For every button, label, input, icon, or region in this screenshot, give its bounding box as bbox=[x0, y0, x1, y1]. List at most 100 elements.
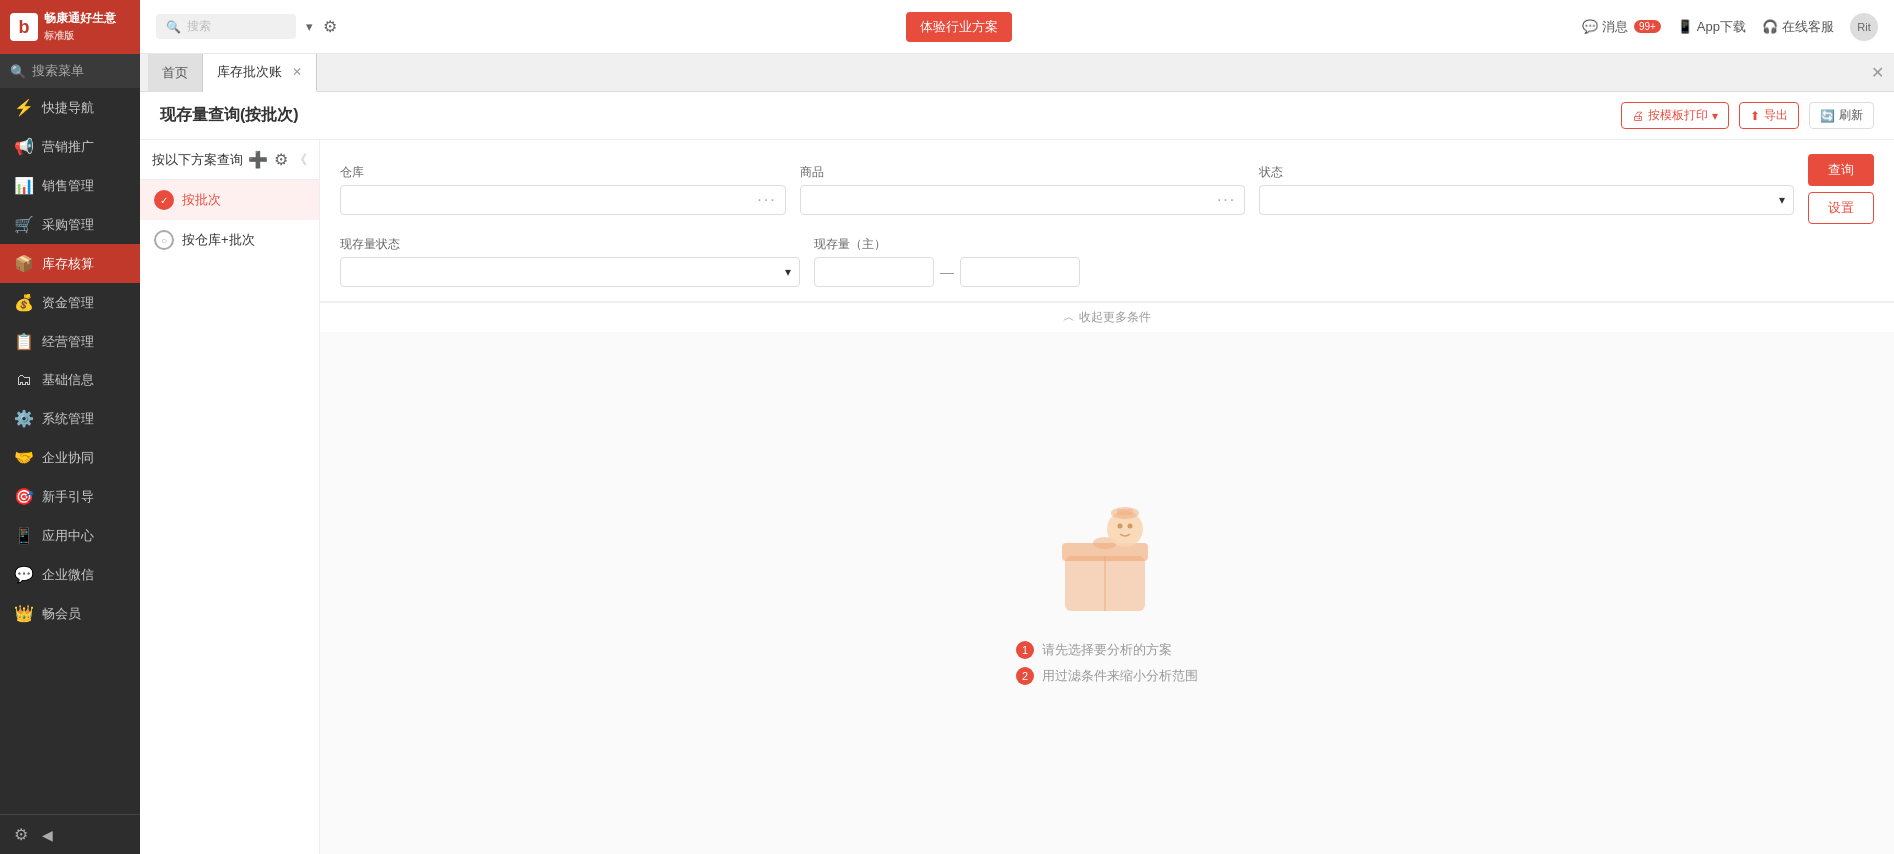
sidebar-item-label: 畅会员 bbox=[42, 605, 81, 623]
inventory-icon: 📦 bbox=[14, 254, 34, 273]
empty-svg bbox=[1047, 501, 1167, 621]
sidebar-item-enterprise[interactable]: 🤝 企业协同 bbox=[0, 438, 140, 477]
sidebar-search-label: 搜索菜单 bbox=[32, 62, 84, 80]
sidebar-item-finance[interactable]: 💰 资金管理 bbox=[0, 283, 140, 322]
search-icon: 🔍 bbox=[10, 64, 26, 79]
plan-item-by-warehouse-batch[interactable]: ○ 按仓库+批次 bbox=[140, 220, 319, 260]
sidebar-item-label: 新手引导 bbox=[42, 488, 94, 506]
topbar-dropdown-arrow[interactable]: ▾ bbox=[306, 19, 313, 34]
printer-icon: 🖨 bbox=[1632, 109, 1644, 123]
chevron-up-icon: ︿ bbox=[1063, 309, 1075, 326]
left-panel-header: 按以下方案查询 ➕ ⚙ 《 bbox=[140, 140, 319, 180]
sidebar-item-label: 基础信息 bbox=[42, 371, 94, 389]
messages-label: 消息 bbox=[1602, 18, 1628, 36]
sidebar-item-member[interactable]: 👑 畅会员 bbox=[0, 594, 140, 633]
inventory-status-select[interactable]: ▾ bbox=[340, 257, 800, 287]
sidebar-collapse-icon[interactable]: ◀ bbox=[42, 827, 53, 843]
quick-nav-icon: ⚡ bbox=[14, 98, 34, 117]
collapse-filters-button[interactable]: ︿ 收起更多条件 bbox=[320, 302, 1894, 332]
refresh-button[interactable]: 🔄 刷新 bbox=[1809, 102, 1874, 129]
sidebar-item-app-center[interactable]: 📱 应用中心 bbox=[0, 516, 140, 555]
inventory-amount-to[interactable] bbox=[960, 257, 1080, 287]
app-download-label: App下载 bbox=[1697, 18, 1746, 36]
tab-area-close-button[interactable]: ✕ bbox=[1861, 63, 1894, 82]
plan-label-by-warehouse-batch: 按仓库+批次 bbox=[182, 231, 255, 249]
sidebar-item-inventory[interactable]: 📦 库存核算 bbox=[0, 244, 140, 283]
topbar-gear-icon[interactable]: ⚙ bbox=[323, 17, 337, 36]
warehouse-label: 仓库 bbox=[340, 164, 786, 181]
export-icon: ⬆ bbox=[1750, 109, 1760, 123]
finance-icon: 💰 bbox=[14, 293, 34, 312]
trial-button[interactable]: 体验行业方案 bbox=[906, 12, 1012, 42]
export-button[interactable]: ⬆ 导出 bbox=[1739, 102, 1799, 129]
messages-item[interactable]: 💬 消息 99+ bbox=[1582, 18, 1661, 36]
empty-hints: 1 请先选择要分析的方案 2 用过滤条件来缩小分析范围 bbox=[1016, 641, 1198, 685]
product-dots[interactable]: ··· bbox=[1217, 191, 1236, 209]
plan-label-by-batch: 按批次 bbox=[182, 191, 221, 209]
sidebar-item-system[interactable]: ⚙️ 系统管理 bbox=[0, 399, 140, 438]
inventory-status-label: 现存量状态 bbox=[340, 236, 800, 253]
sidebar-item-sales[interactable]: 📊 销售管理 bbox=[0, 166, 140, 205]
filter-buttons: 查询 设置 bbox=[1808, 154, 1874, 224]
app-center-icon: 📱 bbox=[14, 526, 34, 545]
enterprise-icon: 🤝 bbox=[14, 448, 34, 467]
wechat-icon: 💬 bbox=[14, 565, 34, 584]
sidebar-item-label: 库存核算 bbox=[42, 255, 94, 273]
empty-illustration bbox=[1047, 501, 1167, 621]
sidebar-item-basic-info[interactable]: 🗂 基础信息 bbox=[0, 361, 140, 399]
inventory-amount-from[interactable] bbox=[814, 257, 934, 287]
filter-product: 商品 ··· bbox=[800, 164, 1246, 215]
template-print-button[interactable]: 🖨 按模板打印 ▾ bbox=[1621, 102, 1729, 129]
sidebar-item-marketing[interactable]: 📢 营销推广 bbox=[0, 127, 140, 166]
sidebar-item-label: 快捷导航 bbox=[42, 99, 94, 117]
search-button[interactable]: 查询 bbox=[1808, 154, 1874, 186]
data-area: 1 请先选择要分析的方案 2 用过滤条件来缩小分析范围 bbox=[320, 332, 1894, 854]
sidebar-header: b 畅康通好生意 标准版 bbox=[0, 0, 140, 54]
headset-icon: 🎧 bbox=[1762, 19, 1778, 34]
settings-plan-button[interactable]: ⚙ bbox=[274, 150, 288, 169]
topbar-search-placeholder: 搜索 bbox=[187, 18, 211, 35]
sidebar-search-bar[interactable]: 🔍 搜索菜单 bbox=[0, 54, 140, 88]
sidebar-item-operations[interactable]: 📋 经营管理 bbox=[0, 322, 140, 361]
sidebar-item-label: 系统管理 bbox=[42, 410, 94, 428]
status-dropdown-icon: ▾ bbox=[1779, 193, 1785, 207]
plan-item-by-batch[interactable]: ✓ 按批次 bbox=[140, 180, 319, 220]
svg-point-5 bbox=[1118, 524, 1123, 529]
svg-point-6 bbox=[1128, 524, 1133, 529]
left-panel: 按以下方案查询 ➕ ⚙ 《 ✓ 按批次 ○ 按仓库+批次 bbox=[140, 140, 320, 854]
user-profile[interactable]: Rit bbox=[1850, 13, 1878, 41]
filter-settings-button[interactable]: 设置 bbox=[1808, 192, 1874, 224]
plan-icon-by-batch: ✓ bbox=[154, 190, 174, 210]
add-plan-button[interactable]: ➕ bbox=[248, 150, 268, 169]
warehouse-dots[interactable]: ··· bbox=[757, 191, 776, 209]
topbar-search[interactable]: 🔍 搜索 bbox=[156, 14, 296, 39]
tab-home[interactable]: 首页 bbox=[148, 54, 203, 92]
left-panel-title: 按以下方案查询 bbox=[152, 151, 243, 169]
sidebar-company: 畅康通好生意 bbox=[44, 11, 116, 27]
sidebar-item-newbie[interactable]: 🎯 新手引导 bbox=[0, 477, 140, 516]
tab-close-icon[interactable]: ✕ bbox=[292, 65, 302, 79]
sidebar-item-wechat[interactable]: 💬 企业微信 bbox=[0, 555, 140, 594]
warehouse-input[interactable]: ··· bbox=[340, 185, 786, 215]
marketing-icon: 📢 bbox=[14, 137, 34, 156]
right-panel: 仓库 ··· 商品 ··· 状态 bbox=[320, 140, 1894, 854]
filter-row-2: 现存量状态 ▾ 现存量（主） — bbox=[340, 236, 1874, 287]
sidebar-item-quick-nav[interactable]: ⚡ 快捷导航 bbox=[0, 88, 140, 127]
sidebar-settings-icon[interactable]: ⚙ bbox=[14, 825, 28, 844]
status-select[interactable]: ▾ bbox=[1259, 185, 1794, 215]
main-area: 🔍 搜索 ▾ ⚙ 体验行业方案 💬 消息 99+ 📱 App下载 🎧 在线客服 bbox=[140, 0, 1894, 854]
online-service-label: 在线客服 bbox=[1782, 18, 1834, 36]
topbar-right: 💬 消息 99+ 📱 App下载 🎧 在线客服 Rit bbox=[1582, 13, 1878, 41]
tab-home-label: 首页 bbox=[162, 64, 188, 82]
topbar-left: 🔍 搜索 ▾ ⚙ bbox=[156, 14, 337, 39]
app-download-item[interactable]: 📱 App下载 bbox=[1677, 18, 1746, 36]
newbie-icon: 🎯 bbox=[14, 487, 34, 506]
hint-item-1: 1 请先选择要分析的方案 bbox=[1016, 641, 1198, 659]
sidebar-item-purchase[interactable]: 🛒 采购管理 bbox=[0, 205, 140, 244]
sidebar-version: 标准版 bbox=[44, 29, 116, 43]
tab-batch-account[interactable]: 库存批次账 ✕ bbox=[203, 54, 317, 92]
collapse-panel-button[interactable]: 《 bbox=[294, 151, 307, 169]
product-input[interactable]: ··· bbox=[800, 185, 1246, 215]
page-header: 现存量查询(按批次) 🖨 按模板打印 ▾ ⬆ 导出 🔄 刷新 bbox=[140, 92, 1894, 140]
online-service-item[interactable]: 🎧 在线客服 bbox=[1762, 18, 1834, 36]
